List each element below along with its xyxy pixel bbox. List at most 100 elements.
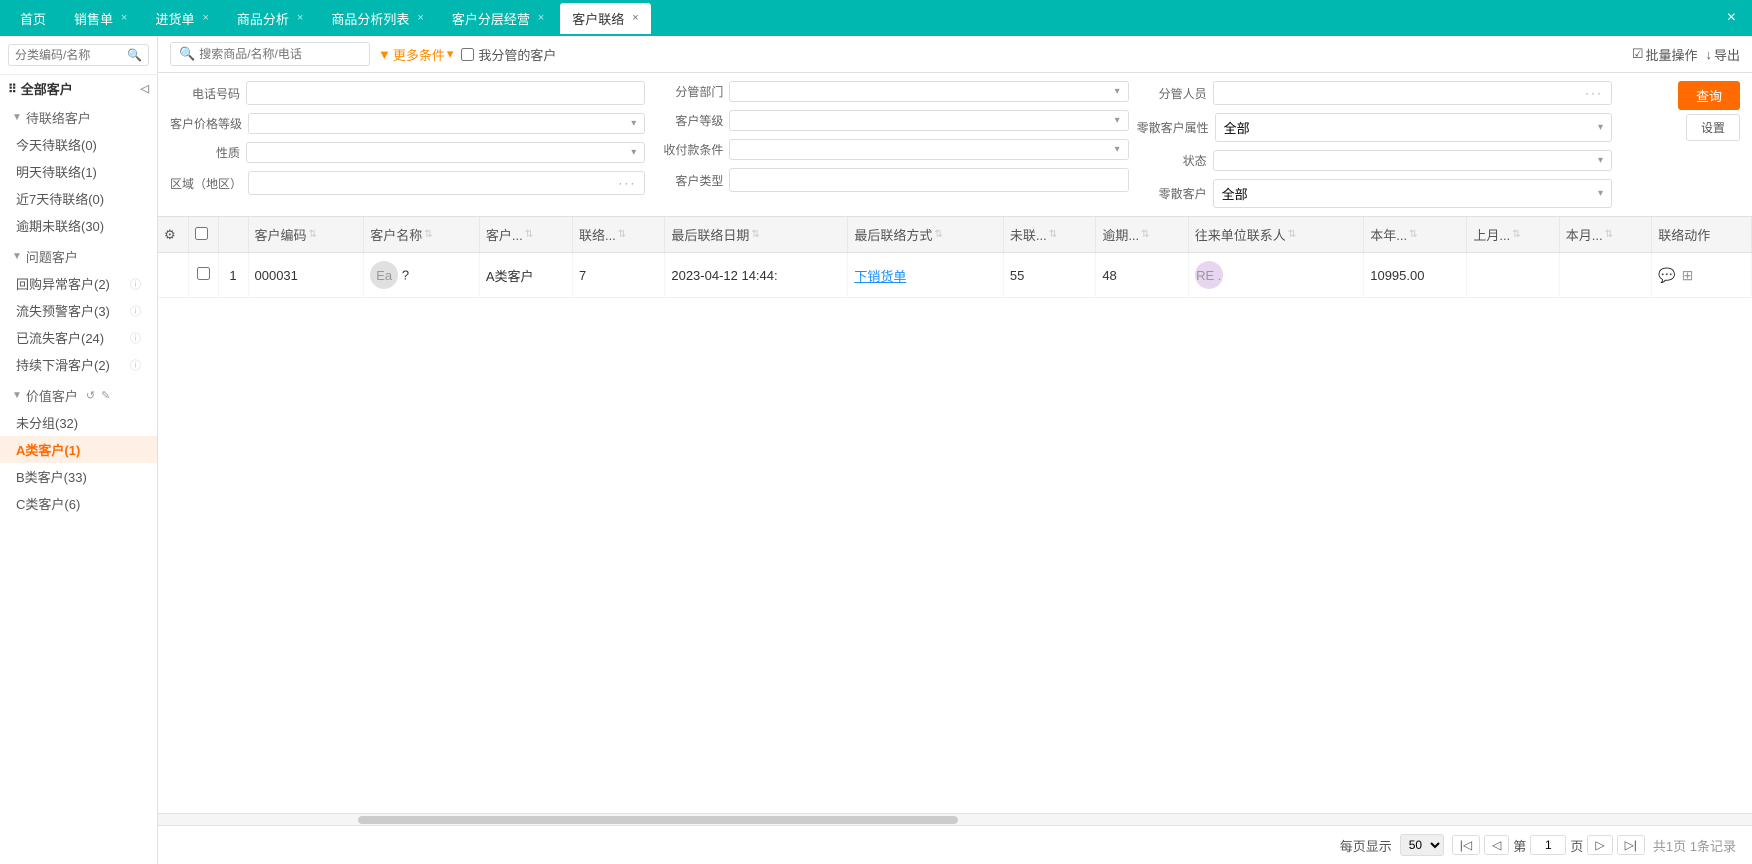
sidebar-item-overdue[interactable]: 逾期未联络(30) xyxy=(0,212,157,239)
nav-tab-sales[interactable]: 销售单 × xyxy=(62,3,139,34)
sidebar-item-class-a[interactable]: A类客户(1) xyxy=(0,436,157,463)
pending-arrow-icon: ▼ xyxy=(12,112,22,123)
select-all-checkbox[interactable] xyxy=(195,227,208,240)
retail-customer-select[interactable]: 全部▾ xyxy=(1213,179,1612,208)
close-analysis-list-tab[interactable]: × xyxy=(417,12,423,24)
nav-tab-customer-contact[interactable]: 客户联络 × xyxy=(560,3,650,34)
value-arrow-icon: ▼ xyxy=(12,390,22,401)
col-header-not-contacted[interactable]: 未联... ⇅ xyxy=(1003,217,1095,253)
export-button[interactable]: ↓ 导出 xyxy=(1705,45,1740,64)
row-code: 000031 xyxy=(248,253,364,298)
col-header-name[interactable]: 客户名称 ⇅ xyxy=(364,217,480,253)
last-method-link[interactable]: 下销货单 xyxy=(854,269,906,284)
row-last-method[interactable]: 下销货单 xyxy=(848,253,1004,298)
my-customer-checkbox[interactable] xyxy=(461,48,474,61)
close-analysis-tab[interactable]: × xyxy=(297,12,303,24)
phone-input[interactable] xyxy=(246,81,645,105)
next-page-button[interactable]: ▷ xyxy=(1587,835,1612,855)
value-group-title[interactable]: ▼ 价值客户 ↺ ✎ xyxy=(0,382,157,409)
manager-input[interactable]: ··· xyxy=(1213,81,1612,105)
batch-operation-button[interactable]: ☑ 批量操作 xyxy=(1632,45,1698,64)
nav-tab-analysis[interactable]: 商品分析 × xyxy=(225,3,315,34)
col-header-contact[interactable]: 联络... ⇅ xyxy=(572,217,664,253)
row-not-contacted: 55 xyxy=(1003,253,1095,298)
retail-attr-select[interactable]: 全部▾ xyxy=(1215,113,1612,142)
prev-page-button[interactable]: ◁ xyxy=(1484,835,1509,855)
col-header-last-date[interactable]: 最后联络日期 ⇅ xyxy=(665,217,848,253)
retail-attr-label: 零散客户属性 xyxy=(1137,119,1209,136)
customer-level-select[interactable]: ▾ xyxy=(729,110,1128,131)
sidebar-item-unclassified[interactable]: 未分组(32) xyxy=(0,409,157,436)
retail-customer-arrow: ▾ xyxy=(1598,188,1603,199)
horizontal-scrollbar[interactable] xyxy=(158,813,1752,825)
col-header-last-month[interactable]: 上月... ⇅ xyxy=(1467,217,1559,253)
current-page-input[interactable] xyxy=(1530,835,1566,855)
dept-select[interactable]: ▾ xyxy=(729,81,1128,102)
nature-select[interactable]: ▾ xyxy=(246,142,645,163)
problem-group-title[interactable]: ▼ 问题客户 xyxy=(0,243,157,270)
close-customer-manage-tab[interactable]: × xyxy=(538,12,544,24)
sidebar-item-tomorrow[interactable]: 明天待联络(1) xyxy=(0,158,157,185)
close-purchase-tab[interactable]: × xyxy=(202,12,208,24)
col-header-unit-contact[interactable]: 往来单位联系人 ⇅ xyxy=(1188,217,1364,253)
col-header-last-method[interactable]: 最后联络方式 ⇅ xyxy=(848,217,1004,253)
row-unit-contact: RE . xyxy=(1188,253,1364,298)
col-header-this-year[interactable]: 本年... ⇅ xyxy=(1364,217,1467,253)
nav-tab-customer-manage[interactable]: 客户分层经营 × xyxy=(440,3,556,34)
scroll-thumb[interactable] xyxy=(358,816,958,824)
query-button[interactable]: 查询 xyxy=(1678,81,1740,110)
sidebar-item-declining[interactable]: 持续下滑客户(2) ⓘ xyxy=(0,351,157,378)
my-customer-checkbox-label[interactable]: 我分管的客户 xyxy=(461,45,556,64)
sidebar-item-churned[interactable]: 已流失客户(24) ⓘ xyxy=(0,324,157,351)
value-group-edit-icon[interactable]: ✎ xyxy=(101,389,110,402)
page-label: 第 xyxy=(1513,836,1526,855)
pending-group-title[interactable]: ▼ 待联络客户 xyxy=(0,104,157,131)
close-customer-contact-tab[interactable]: × xyxy=(632,12,638,24)
sidebar-item-repurchase-abnormal[interactable]: 回购异常客户(2) ⓘ xyxy=(0,270,157,297)
sidebar-item-today[interactable]: 今天待联络(0) xyxy=(0,131,157,158)
col-header-gear[interactable]: ⚙ xyxy=(158,217,188,253)
col-header-overdue[interactable]: 逾期... ⇅ xyxy=(1096,217,1188,253)
customer-level-label: 客户等级 xyxy=(653,112,723,129)
nav-home[interactable]: 首页 xyxy=(8,3,58,34)
close-window-button[interactable]: × xyxy=(1719,5,1744,31)
all-customers-header[interactable]: ⠿ 全部客户 ◁ xyxy=(0,75,157,102)
col-header-this-month[interactable]: 本月... ⇅ xyxy=(1559,217,1651,253)
sidebar-collapse-icon[interactable]: ◁ xyxy=(141,82,149,95)
qrcode-action-icon[interactable]: ⊞ xyxy=(1682,267,1694,284)
sidebar-item-class-b[interactable]: B类客户(33) xyxy=(0,463,157,490)
more-filter-button[interactable]: ▼ 更多条件 ▾ xyxy=(378,45,453,64)
sort-icon-last-month: ⇅ xyxy=(1512,229,1520,240)
row-action: 💬 ⊞ xyxy=(1652,253,1752,298)
status-select[interactable]: ▾ xyxy=(1213,150,1612,171)
comment-action-icon[interactable]: 💬 xyxy=(1658,267,1675,284)
sort-icon-type: ⇅ xyxy=(525,229,533,240)
sidebar-item-churn-warning[interactable]: 流失预警客户(3) ⓘ xyxy=(0,297,157,324)
region-input[interactable]: ··· xyxy=(248,171,645,195)
row-this-month xyxy=(1559,253,1651,298)
last-page-button[interactable]: ▷| xyxy=(1617,835,1645,855)
price-level-select[interactable]: ▾ xyxy=(248,113,645,134)
sidebar-item-class-c[interactable]: C类客户(6) xyxy=(0,490,157,517)
customer-type-input[interactable] xyxy=(729,168,1128,192)
col-header-type[interactable]: 客户... ⇅ xyxy=(479,217,572,253)
content-area: 🔍 ▼ 更多条件 ▾ 我分管的客户 ☑ 批量操作 ↓ 导出 xyxy=(158,36,1752,864)
row-check[interactable] xyxy=(188,253,218,298)
sort-icon-this-year: ⇅ xyxy=(1409,229,1417,240)
payment-select[interactable]: ▾ xyxy=(729,139,1128,160)
first-page-button[interactable]: |◁ xyxy=(1452,835,1480,855)
search-box[interactable]: 🔍 xyxy=(170,42,370,66)
nav-tab-purchase[interactable]: 进货单 × xyxy=(143,3,220,34)
row-gear xyxy=(158,253,188,298)
value-group-refresh-icon[interactable]: ↺ xyxy=(86,389,95,402)
col-header-code[interactable]: 客户编码 ⇅ xyxy=(248,217,364,253)
info-icon-churn-warning: ⓘ xyxy=(130,303,141,319)
close-sales-tab[interactable]: × xyxy=(121,12,127,24)
settings-button[interactable]: 设置 xyxy=(1686,114,1740,141)
page-size-select[interactable]: 50 xyxy=(1400,834,1444,856)
col-header-check[interactable] xyxy=(188,217,218,253)
sidebar-item-7days[interactable]: 近7天待联络(0) xyxy=(0,185,157,212)
filter-search-input[interactable] xyxy=(199,47,361,61)
nav-tab-analysis-list[interactable]: 商品分析列表 × xyxy=(319,3,435,34)
row-checkbox[interactable] xyxy=(197,267,210,280)
